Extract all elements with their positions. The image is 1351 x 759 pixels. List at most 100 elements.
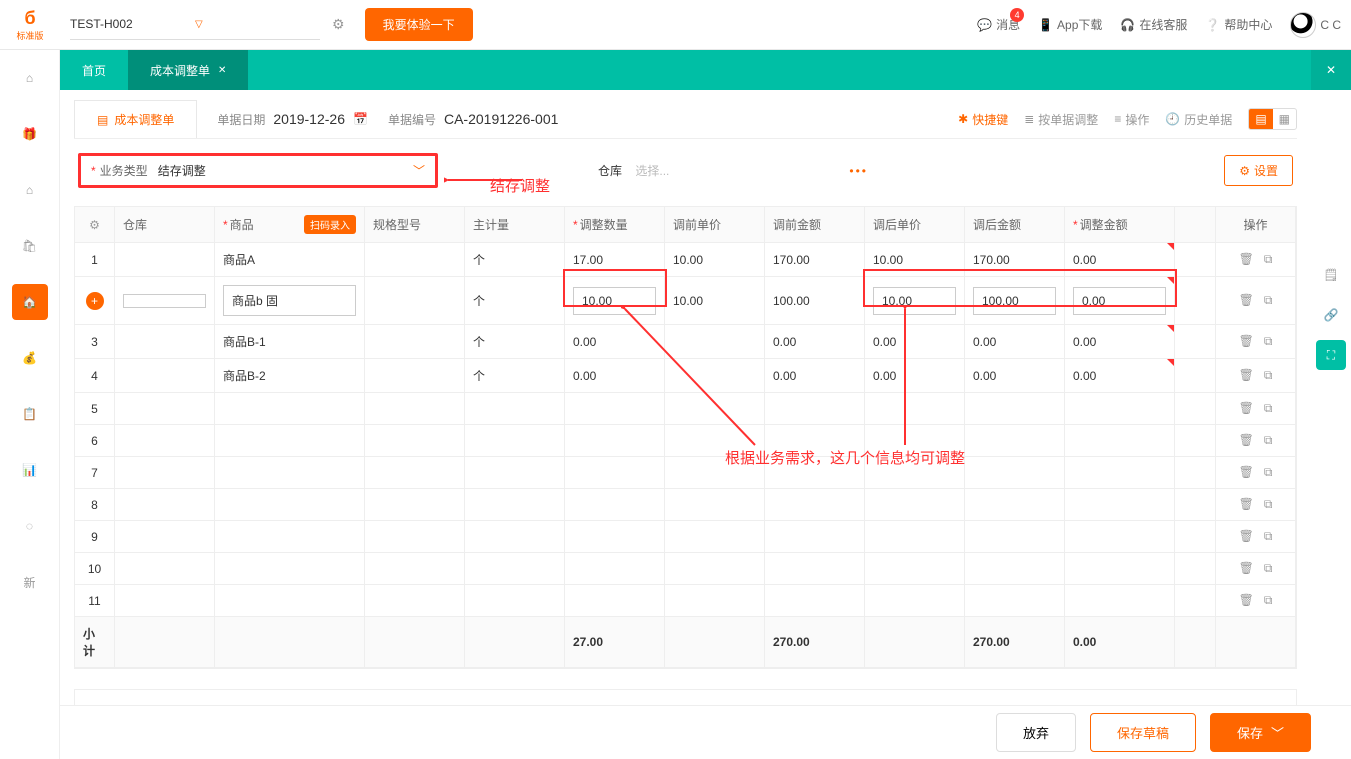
nav-new-icon[interactable]: 新 xyxy=(12,564,48,600)
cell-adjamt[interactable]: 0.00 xyxy=(1065,243,1175,277)
cell-afterprice[interactable] xyxy=(865,489,965,521)
nav-clipboard-icon[interactable]: 📋 xyxy=(12,396,48,432)
cell-adjamt[interactable] xyxy=(1065,489,1175,521)
operations-link[interactable]: ≡ 操作 xyxy=(1114,111,1149,128)
cell-qty[interactable]: 17.00 xyxy=(565,243,665,277)
cell-product[interactable] xyxy=(215,393,365,425)
cell-product[interactable] xyxy=(215,425,365,457)
user-menu[interactable]: C C xyxy=(1290,12,1341,38)
nav-report-icon[interactable]: 📊 xyxy=(12,452,48,488)
cell-spec[interactable] xyxy=(365,243,465,277)
cell-product[interactable]: 商品A xyxy=(215,243,365,277)
cell-adjamt[interactable] xyxy=(1065,521,1175,553)
cell-adjamt[interactable] xyxy=(1065,457,1175,489)
cell-afteramt[interactable]: 0.00 xyxy=(965,325,1065,359)
cell-spec[interactable] xyxy=(365,325,465,359)
app-download-link[interactable]: 📱 App下载 xyxy=(1038,16,1102,33)
cell-spec[interactable] xyxy=(365,457,465,489)
warehouse-select[interactable]: 仓库 选择... xyxy=(598,162,669,179)
nav-gift-icon[interactable]: 🎁 xyxy=(12,116,48,152)
cell-afterprice[interactable] xyxy=(865,425,965,457)
row-number[interactable]: + xyxy=(75,277,115,325)
cell-qty[interactable] xyxy=(565,489,665,521)
cell-spec[interactable] xyxy=(365,553,465,585)
cell-afteramt[interactable]: 100.00 xyxy=(965,277,1065,325)
cell-afteramt[interactable] xyxy=(965,425,1065,457)
nav-bag-icon[interactable]: 🛍 xyxy=(12,228,48,264)
cell-qty[interactable]: 10.00 xyxy=(565,277,665,325)
cell-adjamt[interactable]: 0.00 xyxy=(1065,359,1175,393)
cell-afterprice[interactable] xyxy=(865,585,965,617)
cell-qty[interactable] xyxy=(565,553,665,585)
header-gear[interactable]: ⚙ xyxy=(75,207,115,243)
document-tab[interactable]: ▤ 成本调整单 xyxy=(74,100,197,138)
link-tool-icon[interactable]: 🔗 xyxy=(1316,300,1346,330)
cell-afterprice[interactable]: 0.00 xyxy=(865,359,965,393)
delete-icon[interactable]: 🗑 xyxy=(1239,561,1254,576)
copy-icon[interactable]: ⧉ xyxy=(1264,529,1273,544)
cell-afteramt[interactable] xyxy=(965,521,1065,553)
date-value[interactable]: 2019-12-26 xyxy=(273,111,345,127)
cell-warehouse[interactable] xyxy=(115,393,215,425)
cell-qty[interactable] xyxy=(565,393,665,425)
cell-warehouse[interactable] xyxy=(115,521,215,553)
cell-afterprice[interactable] xyxy=(865,553,965,585)
cell-warehouse[interactable] xyxy=(115,553,215,585)
cell-afteramt[interactable]: 0.00 xyxy=(965,359,1065,393)
nav-money-icon[interactable]: 💰 xyxy=(12,340,48,376)
copy-icon[interactable]: ⧉ xyxy=(1264,252,1273,267)
copy-icon[interactable]: ⧉ xyxy=(1264,293,1273,308)
view-toggle[interactable]: ▤ ▦ xyxy=(1248,108,1297,130)
close-icon[interactable]: ✕ xyxy=(218,65,226,76)
messages-link[interactable]: 💬 消息 4 xyxy=(977,16,1020,33)
cell-adjamt[interactable]: 0.00 xyxy=(1065,277,1175,325)
shortcut-link[interactable]: ✱ 快捷键 xyxy=(958,111,1008,128)
close-all-tabs[interactable]: ✕ xyxy=(1311,50,1351,90)
delete-icon[interactable]: 🗑 xyxy=(1239,593,1254,608)
cell-afteramt[interactable]: 170.00 xyxy=(965,243,1065,277)
view-grid-icon[interactable]: ▦ xyxy=(1273,109,1296,129)
cell-afterprice[interactable] xyxy=(865,457,965,489)
copy-icon[interactable]: ⧉ xyxy=(1264,497,1273,512)
cell-product[interactable]: 商品B-2 xyxy=(215,359,365,393)
adjust-by-sheet-link[interactable]: ≣ 按单据调整 xyxy=(1024,111,1098,128)
cell-afteramt[interactable] xyxy=(965,553,1065,585)
cell-spec[interactable] xyxy=(365,359,465,393)
delete-icon[interactable]: 🗑 xyxy=(1239,334,1254,349)
delete-icon[interactable]: 🗑 xyxy=(1239,293,1254,308)
cell-qty[interactable]: 0.00 xyxy=(565,325,665,359)
expand-tool-icon[interactable]: ⛶ xyxy=(1316,340,1346,370)
nav-house-icon[interactable]: ⌂ xyxy=(12,172,48,208)
cell-warehouse[interactable] xyxy=(115,325,215,359)
delete-icon[interactable]: 🗑 xyxy=(1239,497,1254,512)
nav-warehouse-icon[interactable]: 🏠 xyxy=(12,284,48,320)
discard-button[interactable]: 放弃 xyxy=(996,713,1076,752)
trial-button[interactable]: 我要体验一下 xyxy=(365,8,473,41)
calendar-icon[interactable]: 📅 xyxy=(353,112,368,126)
cell-warehouse[interactable] xyxy=(115,457,215,489)
cell-afteramt[interactable] xyxy=(965,489,1065,521)
note-tool-icon[interactable]: 🗒 xyxy=(1316,260,1346,290)
nav-home-icon[interactable]: ⌂ xyxy=(12,60,48,96)
cell-spec[interactable] xyxy=(365,521,465,553)
settings-gear-icon[interactable]: ⚙ xyxy=(332,16,345,33)
copy-icon[interactable]: ⧉ xyxy=(1264,368,1273,383)
business-type-select[interactable]: * 业务类型 结存调整 ﹀ xyxy=(78,153,438,188)
save-button[interactable]: 保存 ﹀ xyxy=(1210,713,1311,752)
cell-adjamt[interactable] xyxy=(1065,425,1175,457)
customer-service-link[interactable]: 🎧 在线客服 xyxy=(1120,16,1187,33)
nav-refresh-icon[interactable]: ◌ xyxy=(12,508,48,544)
cell-product[interactable] xyxy=(215,553,365,585)
more-icon[interactable]: ••• xyxy=(849,164,868,178)
cell-spec[interactable] xyxy=(365,393,465,425)
cell-qty[interactable] xyxy=(565,585,665,617)
cell-qty[interactable] xyxy=(565,521,665,553)
delete-icon[interactable]: 🗑 xyxy=(1239,433,1254,448)
cell-spec[interactable] xyxy=(365,277,465,325)
cell-spec[interactable] xyxy=(365,425,465,457)
cell-spec[interactable] xyxy=(365,489,465,521)
copy-icon[interactable]: ⧉ xyxy=(1264,465,1273,480)
cell-afterprice[interactable]: 10.00 xyxy=(865,243,965,277)
cell-product[interactable]: 商品B-1 xyxy=(215,325,365,359)
history-link[interactable]: 🕘 历史单据 xyxy=(1165,111,1232,128)
